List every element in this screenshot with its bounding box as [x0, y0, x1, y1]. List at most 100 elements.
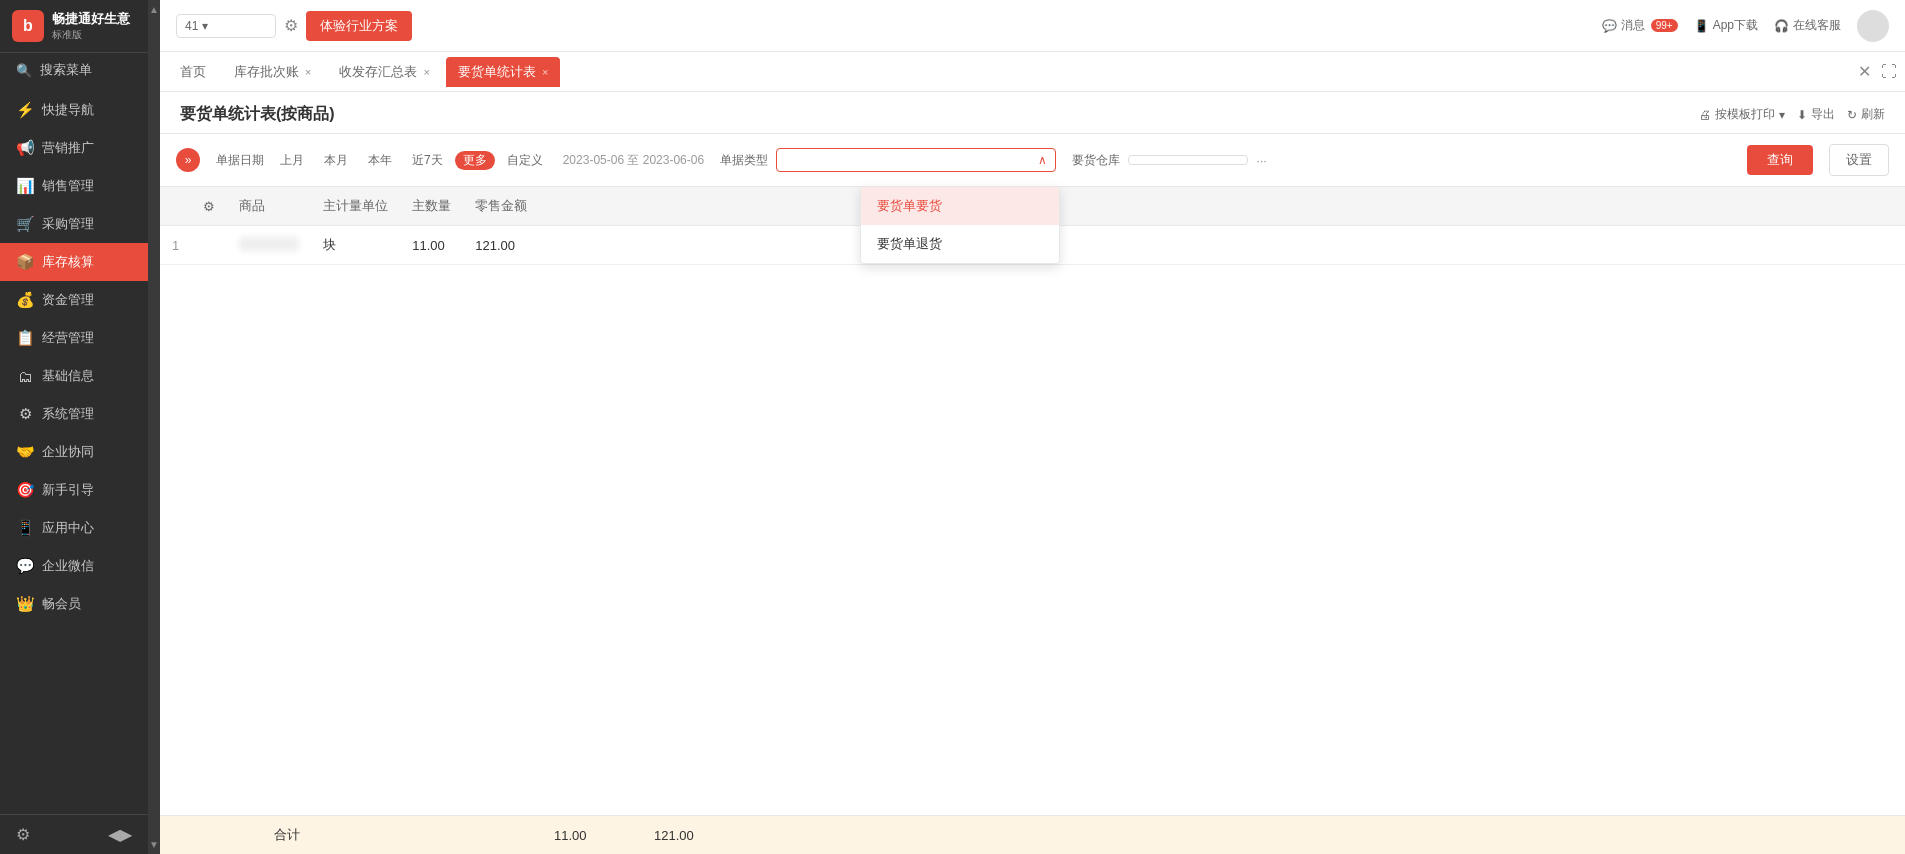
inventory-icon: 📦: [16, 253, 34, 271]
tabbar-close-all-button[interactable]: ✕: [1852, 60, 1877, 83]
date-tab-custom[interactable]: 自定义: [499, 150, 551, 171]
expand-icon: »: [185, 153, 192, 167]
topbar-left: 41 ▾ ⚙ 体验行业方案: [176, 11, 1590, 41]
dropdown-item-order-return[interactable]: 要货单退货: [861, 225, 1059, 263]
tab-receive-summary-label: 收发存汇总表: [339, 63, 417, 81]
purchase-icon: 🛒: [16, 215, 34, 233]
tab-order-stats-close[interactable]: ×: [542, 66, 548, 78]
tabbar: 首页 库存批次账 × 收发存汇总表 × 要货单统计表 × ✕ ⛶: [160, 52, 1905, 92]
type-filter-input[interactable]: ∧: [776, 148, 1056, 172]
tab-home[interactable]: 首页: [168, 57, 218, 87]
sidebar-item-label: 企业微信: [42, 557, 94, 575]
date-tab-last-month[interactable]: 上月: [272, 150, 312, 171]
quick-nav-icon: ⚡: [16, 101, 34, 119]
tab-order-stats[interactable]: 要货单统计表 ×: [446, 57, 560, 87]
logo-icon: b: [12, 10, 44, 42]
warehouse-filter-input[interactable]: [1128, 155, 1248, 165]
scroll-down-arrow[interactable]: ▼: [149, 839, 159, 850]
cell-amount: 121.00: [463, 226, 539, 265]
message-icon: 💬: [1602, 19, 1617, 33]
message-badge: 99+: [1651, 19, 1678, 32]
tab-receive-summary[interactable]: 收发存汇总表 ×: [327, 57, 441, 87]
dropdown-item-order-goods[interactable]: 要货单要货: [861, 187, 1059, 225]
settings-bottom-icon[interactable]: ⚙: [16, 825, 30, 844]
sidebar-item-quick-nav[interactable]: ⚡ 快捷导航: [0, 91, 148, 129]
tabbar-right: ✕ ⛶: [1852, 60, 1897, 83]
guide-icon: 🎯: [16, 481, 34, 499]
print-button[interactable]: 🖨 按模板打印 ▾: [1699, 106, 1785, 123]
date-tab-this-month[interactable]: 本月: [316, 150, 356, 171]
marketing-icon: 📢: [16, 139, 34, 157]
date-tab-more[interactable]: 更多: [455, 151, 495, 170]
sidebar-item-label: 销售管理: [42, 177, 94, 195]
warehouse-filter-label: 要货仓库: [1072, 152, 1120, 169]
service-icon: 🎧: [1774, 19, 1789, 33]
user-avatar[interactable]: [1857, 10, 1889, 42]
sidebar-item-purchase[interactable]: 🛒 采购管理: [0, 205, 148, 243]
type-filter-group: 单据类型 ∧: [720, 148, 1056, 172]
query-button[interactable]: 查询: [1747, 145, 1813, 175]
refresh-icon: ↻: [1847, 108, 1857, 122]
topbar-settings-icon[interactable]: ⚙: [284, 16, 298, 35]
sidebar: b 畅捷通好生意 标准版 🔍 搜索菜单 ⚡ 快捷导航 📢 营销推广 📊 销售管理…: [0, 0, 148, 854]
basic-icon: 🗂: [16, 367, 34, 385]
export-button[interactable]: ⬇ 导出: [1797, 106, 1835, 123]
app-icon: 📱: [1694, 19, 1709, 33]
sidebar-menu: ⚡ 快捷导航 📢 营销推广 📊 销售管理 🛒 采购管理 📦 库存核算 💰 资金管…: [0, 87, 148, 814]
print-dropdown-icon: ▾: [1779, 108, 1785, 122]
table-area: ⚙ 商品 主计量单位 主数量 零售金额 1: [160, 187, 1905, 815]
sidebar-item-finance[interactable]: 💰 资金管理: [0, 281, 148, 319]
print-label: 按模板打印: [1715, 106, 1775, 123]
date-tab-this-year[interactable]: 本年: [360, 150, 400, 171]
tab-receive-summary-close[interactable]: ×: [423, 66, 429, 78]
tab-inventory-batch-close[interactable]: ×: [305, 66, 311, 78]
promo-button[interactable]: 体验行业方案: [306, 11, 412, 41]
company-selector[interactable]: 41 ▾: [176, 14, 276, 38]
date-range-display: 2023-05-06 至 2023-06-06: [563, 152, 704, 169]
tab-inventory-batch[interactable]: 库存批次账 ×: [222, 57, 323, 87]
message-button[interactable]: 💬 消息 99+: [1602, 17, 1678, 34]
export-icon: ⬇: [1797, 108, 1807, 122]
main-area: 41 ▾ ⚙ 体验行业方案 💬 消息 99+ 📱 App下载 🎧 在线客服: [160, 0, 1905, 854]
page-header: 要货单统计表(按商品) 🖨 按模板打印 ▾ ⬇ 导出 ↻ 刷新: [160, 92, 1905, 134]
sidebar-item-label: 畅会员: [42, 595, 81, 613]
refresh-label: 刷新: [1861, 106, 1885, 123]
app-download-button[interactable]: 📱 App下载: [1694, 17, 1758, 34]
sidebar-item-inventory[interactable]: 📦 库存核算: [0, 243, 148, 281]
cell-seq: 1: [160, 226, 191, 265]
sidebar-item-basic[interactable]: 🗂 基础信息: [0, 357, 148, 395]
collapse-icon[interactable]: ◀▶: [108, 825, 132, 844]
logo-sub: 标准版: [52, 28, 130, 41]
warehouse-filter-group: 要货仓库 ···: [1072, 152, 1267, 169]
sidebar-search-label: 搜索菜单: [40, 61, 92, 79]
sidebar-item-operations[interactable]: 📋 经营管理: [0, 319, 148, 357]
cell-quantity: 11.00: [400, 226, 463, 265]
sidebar-item-label: 营销推广: [42, 139, 94, 157]
sidebar-item-marketing[interactable]: 📢 营销推广: [0, 129, 148, 167]
sidebar-item-member[interactable]: 👑 畅会员: [0, 585, 148, 623]
sidebar-item-label: 库存核算: [42, 253, 94, 271]
date-tab-7days[interactable]: 近7天: [404, 150, 451, 171]
goods-name-blurred: [239, 237, 299, 251]
filter-expand-button[interactable]: »: [176, 148, 200, 172]
warehouse-filter-dots[interactable]: ···: [1256, 153, 1267, 168]
sidebar-search[interactable]: 🔍 搜索菜单: [0, 53, 148, 87]
col-settings[interactable]: ⚙: [191, 187, 227, 226]
page-content: 要货单统计表(按商品) 🖨 按模板打印 ▾ ⬇ 导出 ↻ 刷新: [160, 92, 1905, 854]
sidebar-item-wechat[interactable]: 💬 企业微信: [0, 547, 148, 585]
refresh-button[interactable]: ↻ 刷新: [1847, 106, 1885, 123]
sidebar-item-guide[interactable]: 🎯 新手引导: [0, 471, 148, 509]
sidebar-item-sales[interactable]: 📊 销售管理: [0, 167, 148, 205]
sidebar-item-label: 应用中心: [42, 519, 94, 537]
sidebar-item-system[interactable]: ⚙ 系统管理: [0, 395, 148, 433]
filter-settings-button[interactable]: 设置: [1829, 144, 1889, 176]
sidebar-item-app-center[interactable]: 📱 应用中心: [0, 509, 148, 547]
sidebar-item-enterprise[interactable]: 🤝 企业协同: [0, 433, 148, 471]
online-service-button[interactable]: 🎧 在线客服: [1774, 17, 1841, 34]
col-goods: 商品: [227, 187, 311, 226]
enterprise-icon: 🤝: [16, 443, 34, 461]
operations-icon: 📋: [16, 329, 34, 347]
scroll-up-arrow[interactable]: ▲: [149, 4, 159, 15]
sidebar-scrollbar: ▲ ▼: [148, 0, 160, 854]
tabbar-expand-button[interactable]: ⛶: [1881, 63, 1897, 81]
